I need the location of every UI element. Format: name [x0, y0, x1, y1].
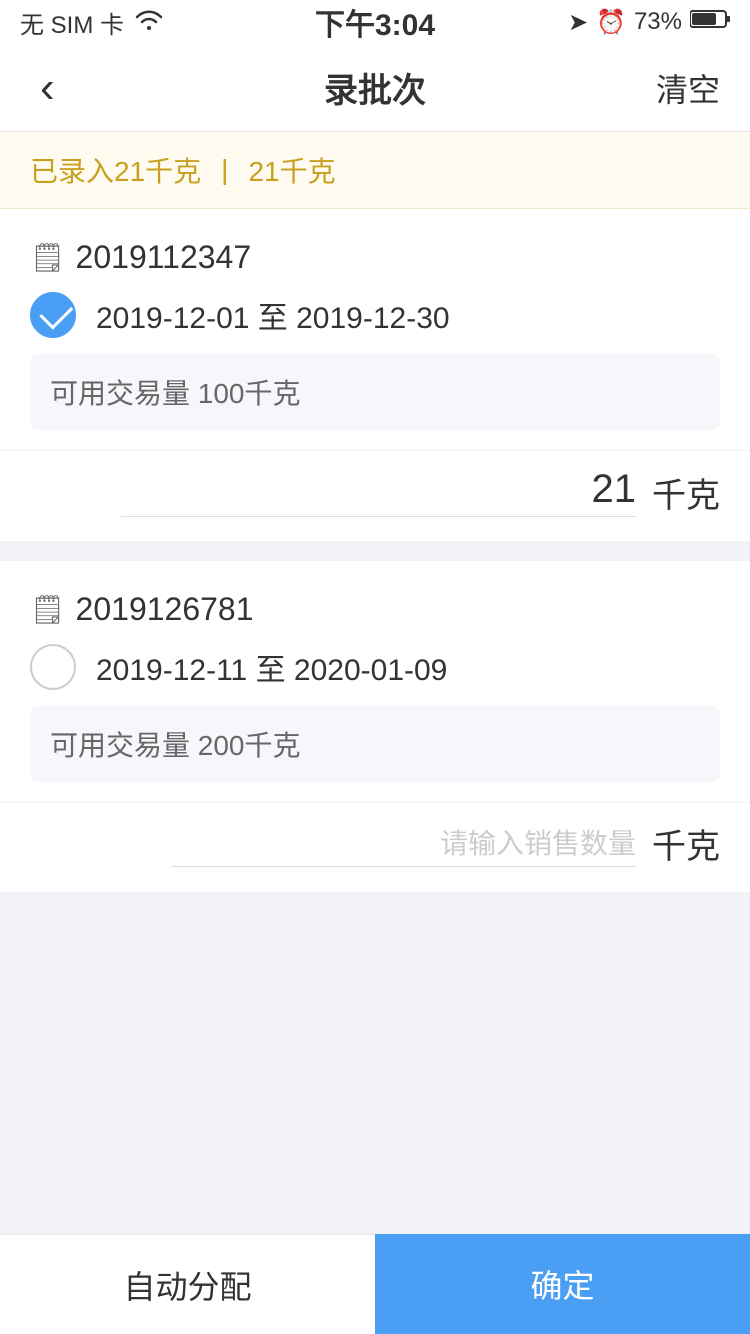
quantity-row-2: 千克 [0, 802, 750, 892]
carrier-label: 无 SIM 卡 [20, 5, 124, 40]
batch-available-2: 可用交易量 200千克 [30, 706, 720, 782]
confirm-button[interactable]: 确定 [375, 1234, 750, 1334]
quantity-input-1[interactable] [121, 467, 636, 517]
back-button[interactable]: ‹ [30, 53, 65, 123]
auto-distribute-button[interactable]: 自动分配 [0, 1234, 375, 1334]
bottom-bar: 自动分配 确定 [0, 1234, 750, 1334]
batch-available-1: 可用交易量 100千克 [30, 354, 720, 430]
batch-card-1: 🗒 2019112347 2019-12-01 至 2019-12-30 可用交… [0, 209, 750, 541]
empty-area [0, 892, 750, 1292]
batch-date-2: 2019-12-11 至 2020-01-09 [96, 645, 447, 689]
batch-header-1: 🗒 2019112347 [0, 209, 750, 276]
page-title: 录批次 [324, 63, 426, 112]
clear-button[interactable]: 清空 [656, 65, 720, 111]
summary-divider: | [221, 154, 228, 186]
status-time: 下午3:04 [315, 0, 435, 44]
radio-1[interactable] [30, 292, 76, 338]
status-left: 无 SIM 卡 [20, 5, 164, 40]
batch-header-2: 🗒 2019126781 [0, 561, 750, 628]
quantity-unit-1: 千克 [652, 468, 720, 517]
summary-total: 21千克 [248, 150, 335, 190]
location-icon: ➤ [568, 8, 588, 37]
quantity-input-2[interactable] [171, 820, 636, 867]
card-separator [0, 541, 750, 561]
batch-id-1: 2019112347 [76, 239, 252, 276]
quantity-unit-2: 千克 [652, 819, 720, 868]
wifi-icon [134, 8, 164, 37]
batch-id-2: 2019126781 [76, 591, 254, 628]
battery-icon [690, 8, 730, 36]
batch-row-1[interactable]: 2019-12-01 至 2019-12-30 [0, 276, 750, 354]
summary-recorded: 已录入21千克 [30, 150, 201, 190]
batch-row-2[interactable]: 2019-12-11 至 2020-01-09 [0, 628, 750, 706]
alarm-icon: ⏰ [596, 8, 626, 37]
batch-card-2: 🗒 2019126781 2019-12-11 至 2020-01-09 可用交… [0, 561, 750, 892]
quantity-row-1: 千克 [0, 450, 750, 541]
battery-label: 73% [634, 8, 682, 36]
nav-bar: ‹ 录批次 清空 [0, 44, 750, 132]
batch-date-1: 2019-12-01 至 2019-12-30 [96, 293, 450, 337]
status-right: ➤ ⏰ 73% [568, 8, 730, 37]
doc-icon-2: 🗒 [30, 593, 66, 626]
content-area: 🗒 2019112347 2019-12-01 至 2019-12-30 可用交… [0, 209, 750, 1292]
summary-bar: 已录入21千克 | 21千克 [0, 132, 750, 209]
doc-icon-1: 🗒 [30, 241, 66, 274]
status-bar: 无 SIM 卡 下午3:04 ➤ ⏰ 73% [0, 0, 750, 44]
radio-2[interactable] [30, 644, 76, 690]
